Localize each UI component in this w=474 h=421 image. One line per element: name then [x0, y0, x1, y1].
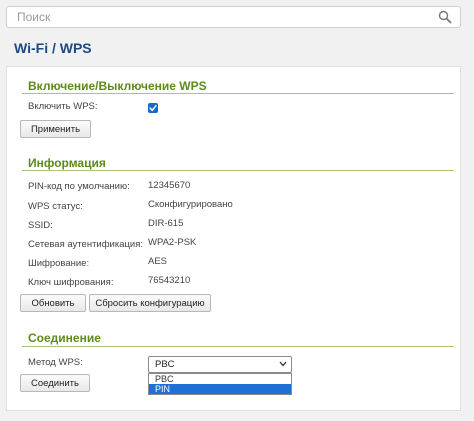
info-value-encryption: AES	[148, 256, 168, 267]
wps-method-option-pbc[interactable]: PBC	[149, 374, 291, 384]
enable-wps-checkbox[interactable]	[148, 103, 158, 113]
reset-config-button[interactable]: Сбросить конфигурацию	[89, 294, 211, 312]
info-label-pin: PIN-код по умолчанию:	[28, 181, 130, 192]
section-title-info: Информация	[28, 156, 106, 170]
info-value-status: Сконфигурировано	[148, 199, 233, 210]
wps-method-selected: PBC	[155, 359, 175, 370]
connect-button[interactable]: Соединить	[20, 374, 90, 392]
checkmark-icon	[149, 104, 157, 112]
wps-method-dropdown: PBC PIN	[148, 373, 292, 395]
info-label-ssid: SSID:	[28, 220, 53, 231]
section-title-toggle: Включение/Выключение WPS	[28, 79, 207, 93]
section-divider	[22, 346, 454, 347]
info-label-status: WPS статус:	[28, 201, 83, 212]
info-label-encryption: Шифрование:	[28, 258, 90, 269]
wps-method-option-pin[interactable]: PIN	[149, 384, 291, 394]
section-divider	[22, 93, 454, 94]
chevron-down-icon	[279, 361, 287, 367]
info-value-key: 76543210	[148, 275, 191, 286]
wps-method-label: Метод WPS:	[28, 357, 83, 368]
info-value-ssid: DIR-615	[148, 218, 184, 229]
info-label-key: Ключ шифрования:	[28, 277, 114, 288]
info-value-pin: 12345670	[148, 180, 191, 191]
info-label-auth: Сетевая аутентификация:	[28, 239, 144, 250]
wps-method-select[interactable]: PBC	[148, 356, 292, 373]
apply-button[interactable]: Применить	[20, 120, 91, 138]
search-input[interactable]	[7, 7, 447, 27]
section-divider	[22, 170, 454, 171]
info-value-auth: WPA2-PSK	[148, 237, 197, 248]
refresh-button[interactable]: Обновить	[20, 294, 86, 312]
page-title: Wi-Fi / WPS	[14, 40, 92, 56]
enable-wps-label: Включить WPS:	[28, 101, 98, 112]
search-bar	[6, 6, 461, 28]
search-icon[interactable]	[438, 10, 452, 24]
section-title-connection: Соединение	[28, 331, 101, 345]
